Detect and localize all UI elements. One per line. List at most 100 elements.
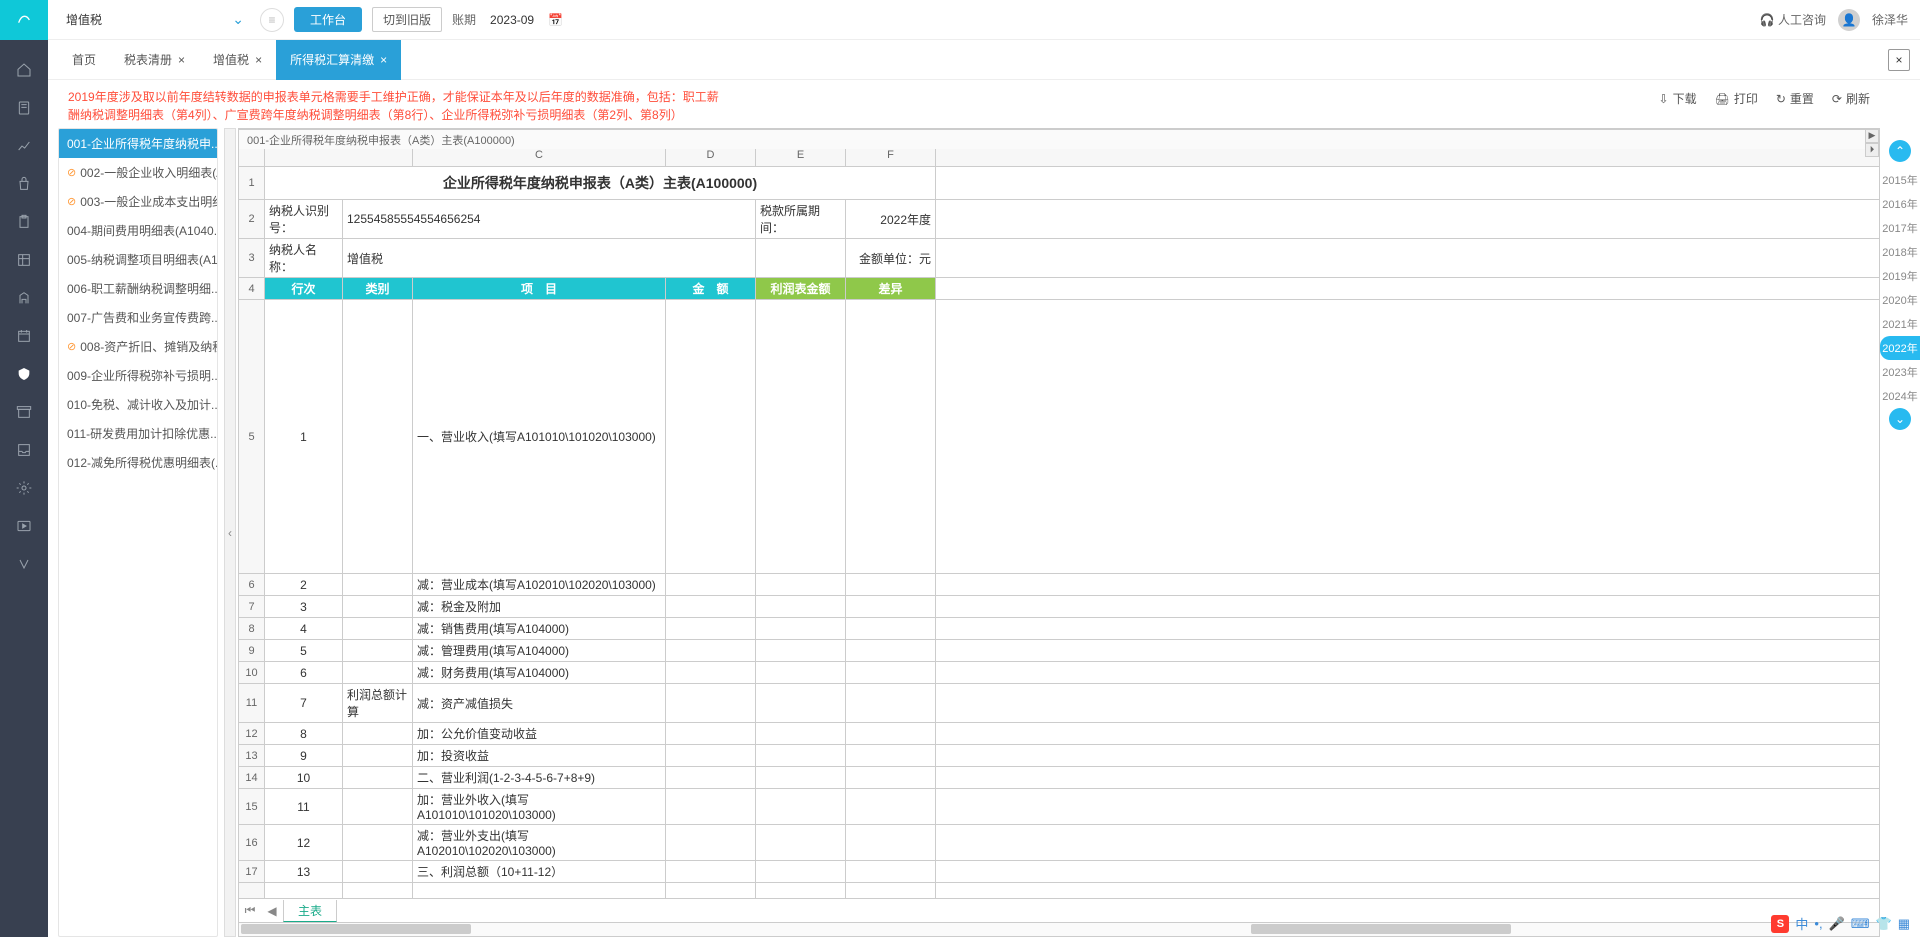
year-pill[interactable]: 2018年 xyxy=(1880,240,1920,264)
close-icon[interactable]: × xyxy=(380,53,387,67)
cell[interactable]: 企业所得税年度纳税申报表（A类）主表(A100000) xyxy=(265,167,936,199)
cell[interactable]: 减：营业外支出(填写A102010\102020\103000) xyxy=(413,825,666,860)
cell[interactable]: 4 xyxy=(265,618,343,639)
close-icon[interactable]: × xyxy=(178,53,185,67)
year-pill[interactable]: 2023年 xyxy=(1880,360,1920,384)
cell[interactable] xyxy=(756,574,846,595)
cell[interactable] xyxy=(666,662,756,683)
cell[interactable] xyxy=(756,596,846,617)
cell[interactable] xyxy=(343,745,413,766)
cell[interactable]: 三、利润总额（10+11-12） xyxy=(413,861,666,882)
tab-tax-list[interactable]: 税表清册× xyxy=(110,40,199,80)
switch-old-button[interactable]: 切到旧版 xyxy=(372,7,442,32)
cell[interactable] xyxy=(343,723,413,744)
cell[interactable] xyxy=(756,662,846,683)
scroll-down-button[interactable]: ⌄ xyxy=(1889,408,1911,430)
cell[interactable] xyxy=(343,767,413,788)
company-selector[interactable]: 增值税 ⌄ xyxy=(60,6,250,34)
refresh-button[interactable]: ⟳ 刷新 xyxy=(1832,90,1870,107)
cell[interactable] xyxy=(343,825,413,860)
cell[interactable] xyxy=(343,883,413,898)
form-list-item[interactable]: ⊘008-资产折旧、摊销及纳税... xyxy=(59,332,217,361)
cell[interactable]: 金 额 xyxy=(666,278,756,299)
cell[interactable] xyxy=(846,767,936,788)
close-icon[interactable]: × xyxy=(255,53,262,67)
form-list-item[interactable]: ⊘003-一般企业成本支出明细... xyxy=(59,187,217,216)
nav-v-icon[interactable] xyxy=(14,554,34,574)
cell[interactable] xyxy=(756,684,846,722)
cell[interactable] xyxy=(846,861,936,882)
cell[interactable] xyxy=(846,883,936,898)
cell[interactable]: 差异 xyxy=(846,278,936,299)
year-pill[interactable]: 2016年 xyxy=(1880,192,1920,216)
cell[interactable]: 行次 xyxy=(265,278,343,299)
cell[interactable]: 税款所属期间： xyxy=(756,200,846,238)
cell[interactable] xyxy=(756,861,846,882)
sheet-nav-first-icon[interactable]: ⏮ xyxy=(239,903,261,918)
year-pill[interactable]: 2017年 xyxy=(1880,216,1920,240)
year-pill[interactable]: 2019年 xyxy=(1880,264,1920,288)
nav-bag-icon[interactable] xyxy=(14,174,34,194)
cell[interactable] xyxy=(666,574,756,595)
cell[interactable] xyxy=(343,300,413,573)
cell[interactable]: 12 xyxy=(265,825,343,860)
close-all-tabs-button[interactable]: × xyxy=(1888,49,1910,71)
cell[interactable]: 125545855545546562​54 xyxy=(343,200,756,238)
cell[interactable] xyxy=(846,825,936,860)
scroll-up-button[interactable]: ⌃ xyxy=(1889,140,1911,162)
cell[interactable]: 利润表金额 xyxy=(756,278,846,299)
reset-button[interactable]: ↻ 重置 xyxy=(1776,90,1814,107)
cell[interactable] xyxy=(666,767,756,788)
cell[interactable] xyxy=(343,662,413,683)
form-list-item[interactable]: 005-纳税调整项目明细表(A1... xyxy=(59,245,217,274)
cell[interactable]: 2 xyxy=(265,574,343,595)
cell[interactable]: 减：境外所得（填写A108010） xyxy=(413,883,666,898)
cell[interactable]: 10 xyxy=(265,767,343,788)
sheet-tab-main[interactable]: 主表 xyxy=(283,900,337,922)
cell[interactable]: 减：资产减值损失 xyxy=(413,684,666,722)
cell[interactable]: 金额单位：元 xyxy=(846,239,936,277)
cell[interactable]: 3 xyxy=(265,596,343,617)
tab-vat[interactable]: 增值税× xyxy=(199,40,276,80)
ime-toolbox-icon[interactable]: ▦ xyxy=(1898,916,1910,932)
cell[interactable] xyxy=(846,789,936,824)
cell[interactable]: 纳税人识别号： xyxy=(265,200,343,238)
cell[interactable] xyxy=(756,640,846,661)
cell[interactable]: 一、营业收入(填写A101010\101020\103000) xyxy=(413,300,666,573)
cell[interactable] xyxy=(846,596,936,617)
calendar-icon[interactable]: 📅 xyxy=(548,13,563,27)
nav-tax-icon[interactable] xyxy=(14,364,34,384)
cell[interactable] xyxy=(756,723,846,744)
cell[interactable]: 加：公允价值变动收益 xyxy=(413,723,666,744)
nav-sheet-icon[interactable] xyxy=(14,250,34,270)
tab-income-settle[interactable]: 所得税汇算清缴× xyxy=(276,40,401,80)
cell[interactable] xyxy=(846,662,936,683)
form-list-item[interactable]: 007-广告费和业务宣传费跨... xyxy=(59,303,217,332)
cell[interactable]: 纳税人名称： xyxy=(265,239,343,277)
cell[interactable]: 2022年度 xyxy=(846,200,936,238)
cell[interactable] xyxy=(666,883,756,898)
ime-punct-icon[interactable]: •, xyxy=(1814,916,1822,931)
form-list-item[interactable]: 004-期间费用明细表(A1040... xyxy=(59,216,217,245)
cell[interactable]: 14 xyxy=(265,883,343,898)
cell[interactable] xyxy=(666,684,756,722)
cell[interactable] xyxy=(756,745,846,766)
cell[interactable]: 13 xyxy=(265,861,343,882)
year-pill[interactable]: 2021年 xyxy=(1880,312,1920,336)
horizontal-scrollbar[interactable] xyxy=(239,922,1879,936)
user-avatar[interactable]: 👤 xyxy=(1838,9,1860,31)
cell[interactable] xyxy=(846,574,936,595)
form-list-item[interactable]: ⊘002-一般企业收入明细表(A1... xyxy=(59,158,217,187)
year-pill[interactable]: 2024年 xyxy=(1880,384,1920,408)
formula-bar[interactable]: 001-企业所得税年度纳税申报表（A类）主表(A100000) xyxy=(239,129,1879,149)
cell[interactable]: 减：管理费用(填写A104000) xyxy=(413,640,666,661)
collapse-handle[interactable]: ‹ xyxy=(224,128,236,937)
cell[interactable] xyxy=(343,640,413,661)
cell[interactable] xyxy=(846,723,936,744)
cell[interactable] xyxy=(343,596,413,617)
nav-doc-icon[interactable] xyxy=(14,98,34,118)
cell[interactable] xyxy=(756,789,846,824)
nav-archive-icon[interactable] xyxy=(14,402,34,422)
cell[interactable]: 加：营业外收入(填写A101010\101020\103000) xyxy=(413,789,666,824)
cell[interactable] xyxy=(846,640,936,661)
